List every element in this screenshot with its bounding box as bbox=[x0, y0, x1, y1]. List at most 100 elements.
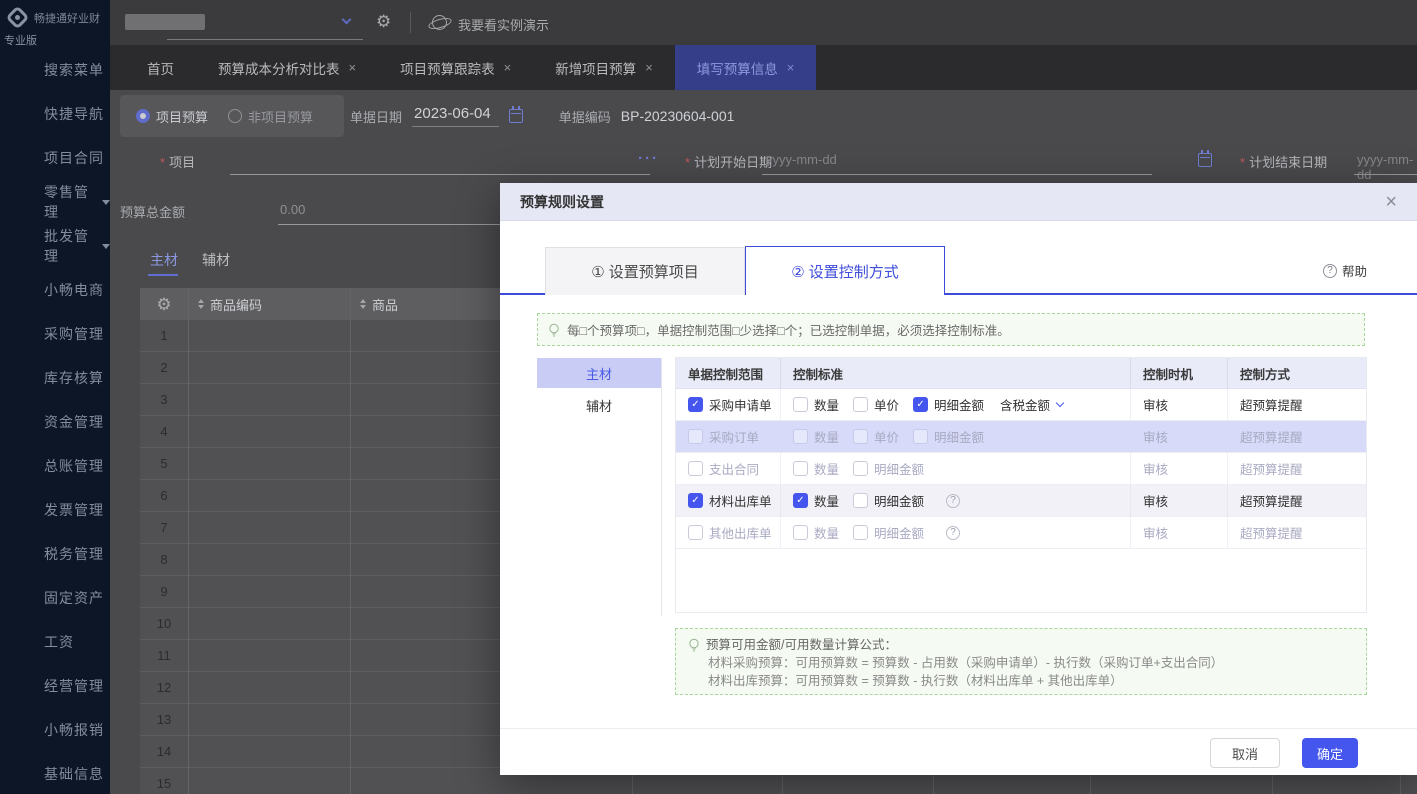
standard-checkbox[interactable] bbox=[793, 429, 808, 444]
sidebar-item-11[interactable]: 税务管理 bbox=[0, 532, 110, 576]
sidebar-item-label: 固定资产 bbox=[44, 590, 104, 606]
cancel-button[interactable]: 取消 bbox=[1210, 738, 1280, 768]
step-tab-budget-items[interactable]: ① 设置预算项目 bbox=[545, 247, 745, 295]
brand-name: 畅捷通好业财 bbox=[34, 12, 100, 25]
row-number: 2 bbox=[160, 360, 168, 375]
confirm-button[interactable]: 确定 bbox=[1302, 738, 1358, 768]
material-nav-item-1[interactable]: 辅材 bbox=[537, 390, 661, 420]
sidebar-item-5[interactable]: 小畅电商 bbox=[0, 268, 110, 312]
tab-close-icon[interactable]: × bbox=[787, 60, 795, 75]
sidebar-item-0[interactable]: 搜索菜单 bbox=[0, 48, 110, 92]
sidebar-item-label: 批发管理 bbox=[44, 228, 89, 264]
total-amount-underline bbox=[278, 224, 513, 225]
standard-checkbox[interactable] bbox=[793, 461, 808, 476]
sidebar-item-8[interactable]: 资金管理 bbox=[0, 400, 110, 444]
tab-main-material[interactable]: 主材 bbox=[150, 250, 178, 270]
standard-checkbox[interactable] bbox=[853, 493, 869, 508]
sidebar-item-12[interactable]: 固定资产 bbox=[0, 576, 110, 620]
tab-4[interactable]: 填写预算信息 × bbox=[674, 45, 817, 90]
sidebar-item-14[interactable]: 经营管理 bbox=[0, 664, 110, 708]
standard-checkbox[interactable]: ✓ bbox=[793, 493, 808, 508]
doc-date-label: 单据日期 bbox=[350, 109, 403, 125]
project-input[interactable] bbox=[230, 174, 650, 175]
label: 明细金额 bbox=[874, 463, 925, 477]
tab-2[interactable]: 项目预算跟踪表 × bbox=[378, 45, 533, 90]
scope-checkbox[interactable] bbox=[688, 525, 703, 540]
sort-icon[interactable] bbox=[360, 299, 366, 309]
sidebar-item-label: 小畅电商 bbox=[44, 282, 104, 298]
sidebar-item-15[interactable]: 小畅报销 bbox=[0, 708, 110, 752]
sidebar-nav: 搜索菜单快捷导航 项目合同 零售管理批发管理小畅电商采购管理库存核算资金管理 总账管理… bbox=[0, 48, 110, 794]
tab-close-icon[interactable]: × bbox=[645, 60, 653, 75]
material-nav-item-0[interactable]: 主材 bbox=[537, 358, 661, 388]
chevron-down-icon bbox=[1055, 398, 1065, 408]
project-more-button[interactable]: ··· bbox=[638, 150, 659, 167]
standard-checkbox[interactable] bbox=[853, 397, 869, 412]
sidebar-item-10[interactable]: 发票管理 bbox=[0, 488, 110, 532]
step-tabs: ① 设置预算项目 ② 设置控制方式 bbox=[500, 246, 1417, 295]
standards-cell: 数量 明细金额 bbox=[781, 453, 1131, 484]
chevron-down-icon[interactable] bbox=[341, 14, 352, 25]
radio-label: 项目预算 bbox=[156, 109, 209, 125]
sidebar-item-3[interactable]: 零售管理 bbox=[0, 180, 110, 224]
sidebar-item-16[interactable]: 基础信息 bbox=[0, 752, 110, 794]
label: 材料出库单 bbox=[709, 495, 772, 509]
standard-checkbox[interactable] bbox=[793, 397, 808, 412]
sidebar-item-4[interactable]: 批发管理 bbox=[0, 224, 110, 268]
close-icon[interactable]: × bbox=[1385, 192, 1397, 212]
label: 采购申请单 bbox=[709, 399, 772, 413]
scope-checkbox[interactable]: ✓ bbox=[688, 493, 703, 508]
standard-checkbox[interactable]: ✓ bbox=[913, 397, 929, 412]
sidebar-item-13[interactable]: 工资 bbox=[0, 620, 110, 664]
gear-icon[interactable]: ⚙ bbox=[156, 296, 171, 313]
gear-icon[interactable]: ⚙ bbox=[376, 13, 391, 30]
label: 审核 bbox=[1143, 399, 1169, 413]
label: 审核 bbox=[1143, 527, 1169, 541]
scope-checkbox[interactable]: ✓ bbox=[688, 397, 703, 412]
radio-project-budget[interactable]: 项目预算 bbox=[136, 107, 208, 126]
formula-panel: 预算可用金额/可用数量计算公式： 材料采购预算：可用预算数 = 预算数 - 占用… bbox=[675, 628, 1367, 695]
sidebar-item-1[interactable]: 快捷导航 bbox=[0, 92, 110, 136]
radio-selected-icon bbox=[136, 109, 150, 123]
end-date-input[interactable]: yyyy-mm-dd bbox=[1357, 152, 1417, 182]
tab-aux-material[interactable]: 辅材 bbox=[202, 250, 230, 270]
step-tab-control-mode[interactable]: ② 设置控制方式 bbox=[745, 246, 945, 295]
standard-checkbox[interactable] bbox=[853, 525, 869, 540]
sort-icon[interactable] bbox=[198, 299, 204, 309]
sidebar-item-2[interactable]: 项目合同 bbox=[0, 136, 110, 180]
sidebar-item-7[interactable]: 库存核算 bbox=[0, 356, 110, 400]
help-icon[interactable]: ? bbox=[946, 525, 961, 540]
tab-0[interactable]: 首页 bbox=[125, 45, 196, 90]
label: 审核 bbox=[1143, 463, 1169, 477]
doc-date-field[interactable]: 2023-06-04 bbox=[412, 105, 499, 127]
help-icon[interactable]: ? bbox=[946, 493, 961, 508]
lightbulb-icon bbox=[549, 323, 559, 336]
sidebar-item-6[interactable]: 采购管理 bbox=[0, 312, 110, 356]
standard-checkbox[interactable] bbox=[793, 525, 808, 540]
standard-checkbox[interactable] bbox=[913, 429, 929, 444]
start-date-input[interactable]: yyyy-mm-dd bbox=[766, 152, 837, 167]
calendar-icon[interactable] bbox=[1198, 150, 1212, 167]
doc-code-value: BP-20230604-001 bbox=[620, 108, 735, 124]
label: 超预算提醒 bbox=[1240, 399, 1303, 413]
standard-checkbox[interactable] bbox=[853, 429, 869, 444]
calendar-icon[interactable] bbox=[508, 106, 523, 123]
label: 超预算提醒 bbox=[1240, 431, 1303, 445]
tab-1[interactable]: 预算成本分析对比表 × bbox=[196, 45, 378, 90]
tab-3[interactable]: 新增项目预算 × bbox=[533, 45, 675, 90]
radio-nonproject-budget[interactable]: 非项目预算 bbox=[228, 107, 313, 126]
help-link[interactable]: ? 帮助 bbox=[1322, 261, 1367, 280]
active-tab-underline bbox=[148, 274, 178, 276]
standard-checkbox[interactable] bbox=[853, 461, 869, 476]
sidebar-item-9[interactable]: 总账管理 bbox=[0, 444, 110, 488]
sidebar-item-label: 搜索菜单 bbox=[44, 62, 104, 78]
tab-close-icon[interactable]: × bbox=[504, 60, 512, 75]
sidebar-item-label: 库存核算 bbox=[44, 370, 104, 386]
scope-checkbox[interactable] bbox=[688, 429, 703, 444]
tab-close-icon[interactable]: × bbox=[349, 60, 357, 75]
tax-mode-select[interactable]: 含税金额 bbox=[1000, 395, 1050, 414]
scope-checkbox[interactable] bbox=[688, 461, 703, 476]
tab-label: 项目预算跟踪表 bbox=[400, 61, 495, 77]
demo-link[interactable]: 我要看实例演示 bbox=[458, 15, 549, 34]
material-nav: 主材 辅材 bbox=[537, 358, 662, 616]
